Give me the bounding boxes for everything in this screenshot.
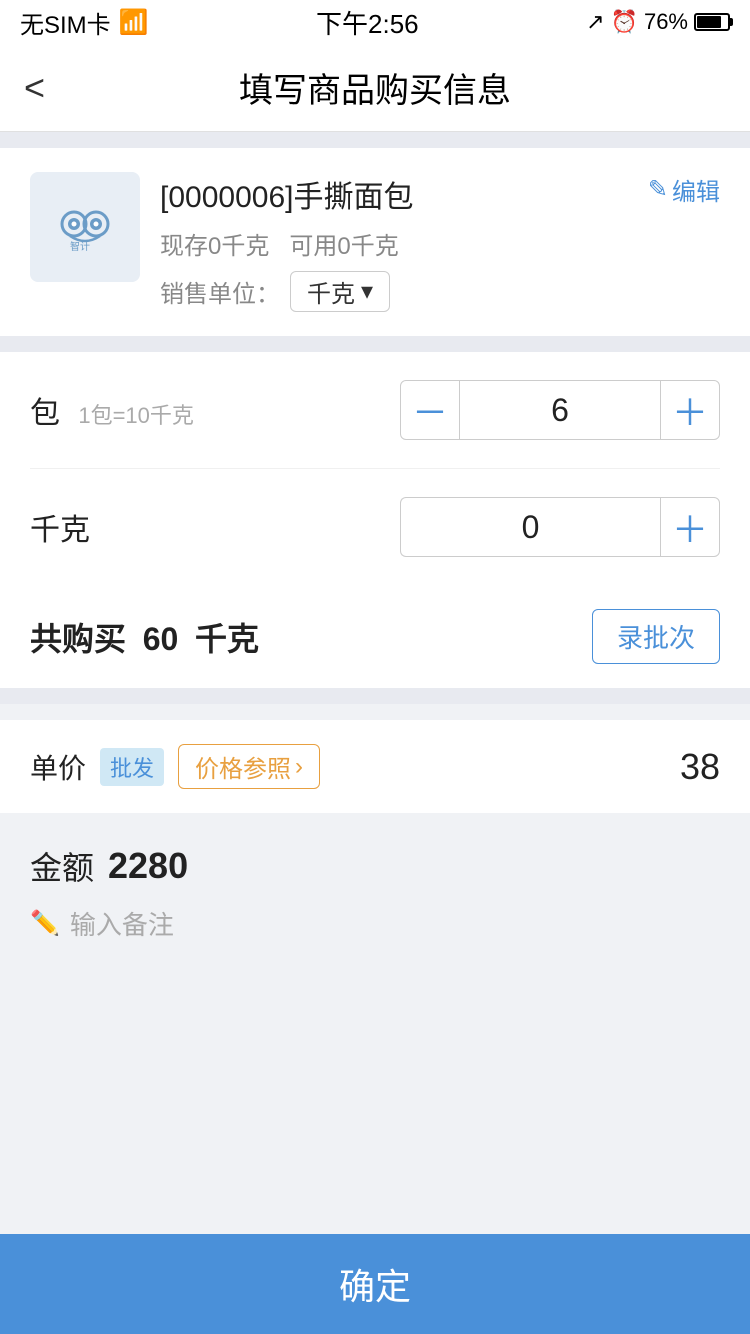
battery-icon [694,13,730,31]
kg-label: 千克 [30,505,400,549]
amount-label: 金额 [30,843,94,889]
price-ref-button[interactable]: 价格参照 › [178,744,320,789]
unit-select[interactable]: 千克 ▾ [290,271,390,312]
product-info: [0000006]手撕面包 ✎ 编辑 现存0千克 可用0千克 销售单位： 千克 … [160,172,720,312]
kg-qty-control: 0 ＋ [400,497,720,557]
confirm-button[interactable]: 确定 [339,1258,411,1310]
price-tag-batch: 批发 [100,748,164,786]
remark-text[interactable]: 输入备注 [70,905,174,942]
edit-button[interactable]: ✎ 编辑 [648,172,720,207]
bao-row: 包 1包=10千克 － 6 ＋ [30,352,720,469]
pencil-icon: ✏️ [30,909,60,938]
price-ref-chevron: › [295,753,303,781]
remark-row[interactable]: ✏️ 输入备注 [30,905,720,942]
product-stock: 现存0千克 可用0千克 [160,226,720,261]
amount-row: 金额 2280 [30,843,720,889]
alarm-icon: ⏰ [611,9,638,35]
bao-sublabel: 1包=10千克 [78,403,194,428]
wifi-icon: 📶 [119,8,149,37]
amount-section: 金额 2280 ✏️ 输入备注 [0,813,750,962]
empty-area [0,962,750,1262]
confirm-bar[interactable]: 确定 [0,1234,750,1334]
bao-qty-control: － 6 ＋ [400,380,720,440]
mid-divider-1 [0,336,750,352]
page-title: 填写商品购买信息 [239,63,511,112]
bao-label: 包 1包=10千克 [30,388,400,432]
mid-divider-2 [0,688,750,704]
top-divider [0,132,750,148]
kg-input[interactable]: 0 [400,497,660,557]
back-button[interactable]: < [24,67,45,109]
kg-plus-button[interactable]: ＋ [660,497,720,557]
product-name: [0000006]手撕面包 [160,172,413,216]
product-section: 智计 [0000006]手撕面包 ✎ 编辑 现存0千克 可用0千克 销售单位： … [0,148,750,336]
nav-bar: < 填写商品购买信息 [0,44,750,132]
carrier-text: 无SIM卡 [20,5,111,40]
status-right: ↗ ⏰ 76% [586,9,730,35]
product-logo: 智计 [50,202,120,252]
battery-percent: 76% [644,9,688,35]
price-label: 单价 [30,747,86,787]
bao-section: 包 1包=10千克 － 6 ＋ 千克 0 ＋ [0,352,750,585]
price-value: 38 [680,746,720,788]
amount-value: 2280 [108,845,188,887]
product-image: 智计 [30,172,140,282]
total-section: 共购买 60 千克 录批次 [0,585,750,688]
edit-icon: ✎ [648,175,668,204]
status-time: 下午2:56 [316,4,419,41]
price-section: 单价 批发 价格参照 › 38 [0,720,750,813]
svg-text:智计: 智计 [70,240,90,252]
total-amount: 60 [143,621,179,657]
product-unit: 销售单位： 千克 ▾ [160,271,720,312]
total-text: 共购买 60 千克 [30,614,259,660]
chevron-down-icon: ▾ [361,277,373,306]
bao-input[interactable]: 6 [460,380,660,440]
bao-plus-button[interactable]: ＋ [660,380,720,440]
location-icon: ↗ [586,9,604,35]
status-left: 无SIM卡 📶 [20,5,149,40]
kg-row: 千克 0 ＋ [30,469,720,585]
batch-button[interactable]: 录批次 [592,609,720,664]
bao-minus-button[interactable]: － [400,380,460,440]
status-bar: 无SIM卡 📶 下午2:56 ↗ ⏰ 76% [0,0,750,44]
